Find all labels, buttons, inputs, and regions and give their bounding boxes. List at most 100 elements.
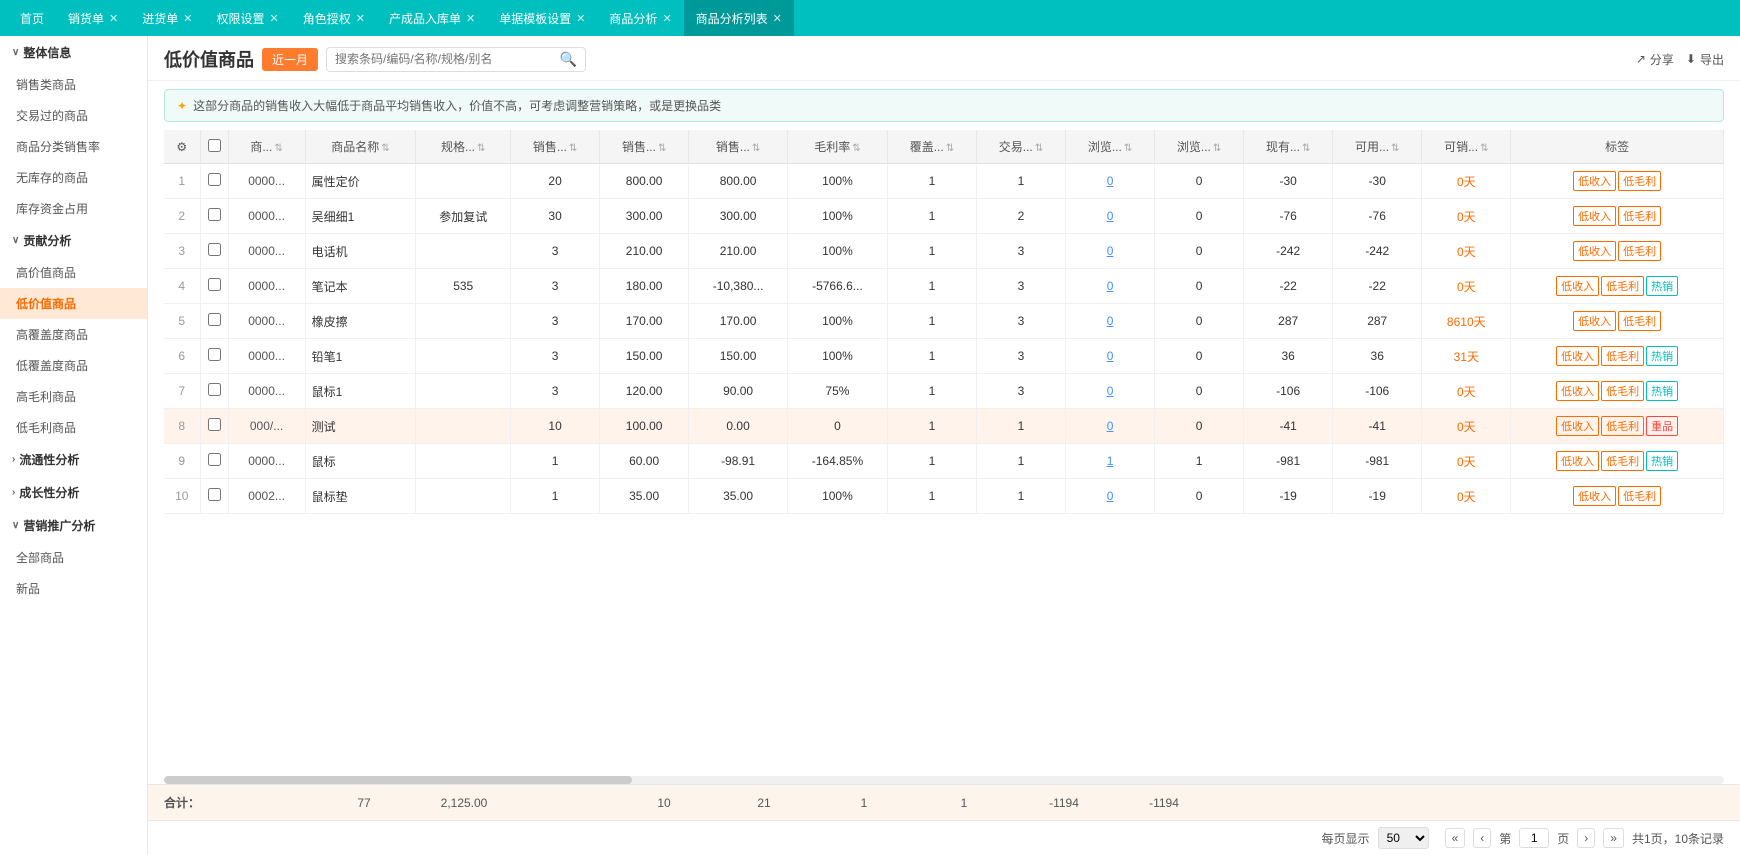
col-settings[interactable]: ⚙ [164, 130, 200, 164]
row-browse1[interactable]: 0 [1066, 164, 1155, 199]
sidebar-group-overall[interactable]: ∨ 整体信息 [0, 36, 147, 69]
col-sales-qty[interactable]: 销售...⇅ [511, 130, 600, 164]
col-margin[interactable]: 毛利率⇅ [788, 130, 888, 164]
browse1-link[interactable]: 1 [1107, 454, 1114, 468]
col-checkbox-all[interactable] [200, 130, 228, 164]
row-checkbox-input[interactable] [208, 173, 221, 186]
select-all-checkbox[interactable] [208, 139, 221, 152]
nav-product-analysis-close[interactable]: ✕ [662, 12, 671, 25]
sidebar-item-traded[interactable]: 交易过的商品 [0, 100, 147, 131]
sidebar-group-accounting[interactable]: ∨ 贡献分析 [0, 224, 147, 257]
sidebar-group-growth[interactable]: › 流通性分析 [0, 443, 147, 476]
browse1-link[interactable]: 0 [1107, 489, 1114, 503]
row-browse1[interactable]: 0 [1066, 479, 1155, 514]
row-browse1[interactable]: 0 [1066, 234, 1155, 269]
sidebar-item-all-products[interactable]: 全部商品 [0, 542, 147, 573]
col-code[interactable]: 商...⇅ [228, 130, 305, 164]
sidebar-item-capital[interactable]: 库存资金占用 [0, 193, 147, 224]
first-page-button[interactable]: « [1445, 828, 1466, 848]
nav-home[interactable]: 首页 [8, 0, 56, 36]
row-browse1[interactable]: 1 [1066, 444, 1155, 479]
nav-purchase[interactable]: 进货单 ✕ [130, 0, 204, 36]
row-browse1[interactable]: 0 [1066, 304, 1155, 339]
page-size-select[interactable]: 50 10 20 100 [1378, 827, 1429, 849]
row-code: 0000... [228, 269, 305, 304]
row-checkbox-input[interactable] [208, 243, 221, 256]
browse1-link[interactable]: 0 [1107, 244, 1114, 258]
row-checkbox-input[interactable] [208, 488, 221, 501]
col-current[interactable]: 现有...⇅ [1244, 130, 1333, 164]
sidebar-group-growth2[interactable]: › 成长性分析 [0, 476, 147, 509]
nav-product-analysis[interactable]: 商品分析 ✕ [597, 0, 683, 36]
col-sales-amt[interactable]: 销售...⇅ [600, 130, 689, 164]
sidebar-item-category-sales[interactable]: 商品分类销售率 [0, 131, 147, 162]
row-checkbox-input[interactable] [208, 348, 221, 361]
sidebar-item-high-value[interactable]: 高价值商品 [0, 257, 147, 288]
row-browse1[interactable]: 0 [1066, 339, 1155, 374]
sidebar-group-marketing[interactable]: ∨ 营销推广分析 [0, 509, 147, 542]
nav-role-close[interactable]: ✕ [356, 12, 365, 25]
browse1-link[interactable]: 0 [1107, 314, 1114, 328]
col-available[interactable]: 可用...⇅ [1333, 130, 1422, 164]
row-checkbox [200, 409, 228, 444]
row-browse1[interactable]: 0 [1066, 409, 1155, 444]
row-tags: 低收入低毛利 [1511, 304, 1724, 339]
nav-product-list[interactable]: 商品分析列表 ✕ [684, 0, 794, 36]
nav-product-in-close[interactable]: ✕ [466, 12, 475, 25]
export-button[interactable]: ⬇ 导出 [1686, 51, 1724, 68]
nav-template-close[interactable]: ✕ [576, 12, 585, 25]
browse1-link[interactable]: 0 [1107, 419, 1114, 433]
row-coverage: 1 [887, 304, 976, 339]
col-browse2[interactable]: 浏览...⇅ [1155, 130, 1244, 164]
nav-role[interactable]: 角色授权 ✕ [291, 0, 377, 36]
col-browse1[interactable]: 浏览...⇅ [1066, 130, 1155, 164]
sidebar-item-high-margin[interactable]: 高毛利商品 [0, 381, 147, 412]
row-checkbox-input[interactable] [208, 383, 221, 396]
nav-permission[interactable]: 权限设置 ✕ [204, 0, 290, 36]
row-checkbox-input[interactable] [208, 278, 221, 291]
row-checkbox-input[interactable] [208, 313, 221, 326]
sidebar-item-low-coverage[interactable]: 低覆盖度商品 [0, 350, 147, 381]
sidebar-item-new-products[interactable]: 新品 [0, 573, 147, 604]
nav-purchase-close[interactable]: ✕ [183, 12, 192, 25]
nav-sales[interactable]: 销货单 ✕ [56, 0, 130, 36]
sidebar-item-sales-category[interactable]: 销售类商品 [0, 69, 147, 100]
col-trade[interactable]: 交易...⇅ [976, 130, 1065, 164]
col-coverage[interactable]: 覆盖...⇅ [887, 130, 976, 164]
row-tags: 低收入低毛利热销 [1511, 339, 1724, 374]
row-margin: -5766.6... [788, 269, 888, 304]
browse1-link[interactable]: 0 [1107, 209, 1114, 223]
search-input[interactable] [335, 52, 556, 66]
prev-page-button[interactable]: ‹ [1473, 828, 1491, 848]
row-checkbox-input[interactable] [208, 418, 221, 431]
row-browse1[interactable]: 0 [1066, 374, 1155, 409]
sidebar-item-low-margin[interactable]: 低毛利商品 [0, 412, 147, 443]
scrollbar-thumb[interactable] [164, 776, 632, 784]
share-button[interactable]: ↗ 分享 [1636, 51, 1674, 68]
row-browse1[interactable]: 0 [1066, 199, 1155, 234]
filter-button[interactable]: 近一月 [262, 48, 318, 71]
nav-permission-close[interactable]: ✕ [270, 12, 279, 25]
browse1-link[interactable]: 0 [1107, 279, 1114, 293]
sidebar-item-high-coverage[interactable]: 高覆盖度商品 [0, 319, 147, 350]
nav-product-list-close[interactable]: ✕ [773, 12, 782, 25]
row-browse1[interactable]: 0 [1066, 269, 1155, 304]
col-saleable[interactable]: 可销...⇅ [1422, 130, 1511, 164]
browse1-link[interactable]: 0 [1107, 174, 1114, 188]
browse1-link[interactable]: 0 [1107, 349, 1114, 363]
nav-product-in[interactable]: 产成品入库单 ✕ [377, 0, 487, 36]
col-spec[interactable]: 规格...⇅ [416, 130, 511, 164]
nav-template[interactable]: 单据模板设置 ✕ [487, 0, 597, 36]
col-name[interactable]: 商品名称⇅ [305, 130, 416, 164]
row-checkbox-input[interactable] [208, 208, 221, 221]
sidebar-item-low-value[interactable]: 低价值商品 [0, 288, 147, 319]
row-checkbox-input[interactable] [208, 453, 221, 466]
browse1-link[interactable]: 0 [1107, 384, 1114, 398]
sidebar-item-no-stock[interactable]: 无库存的商品 [0, 162, 147, 193]
col-sales-avg[interactable]: 销售...⇅ [689, 130, 788, 164]
page-input[interactable] [1519, 828, 1549, 848]
next-page-button[interactable]: › [1577, 828, 1595, 848]
nav-sales-close[interactable]: ✕ [109, 12, 118, 25]
horizontal-scrollbar[interactable] [164, 776, 1724, 784]
alert-text: 这部分商品的销售收入大幅低于商品平均销售收入，价值不高，可考虑调整营销策略，或是… [193, 97, 721, 114]
